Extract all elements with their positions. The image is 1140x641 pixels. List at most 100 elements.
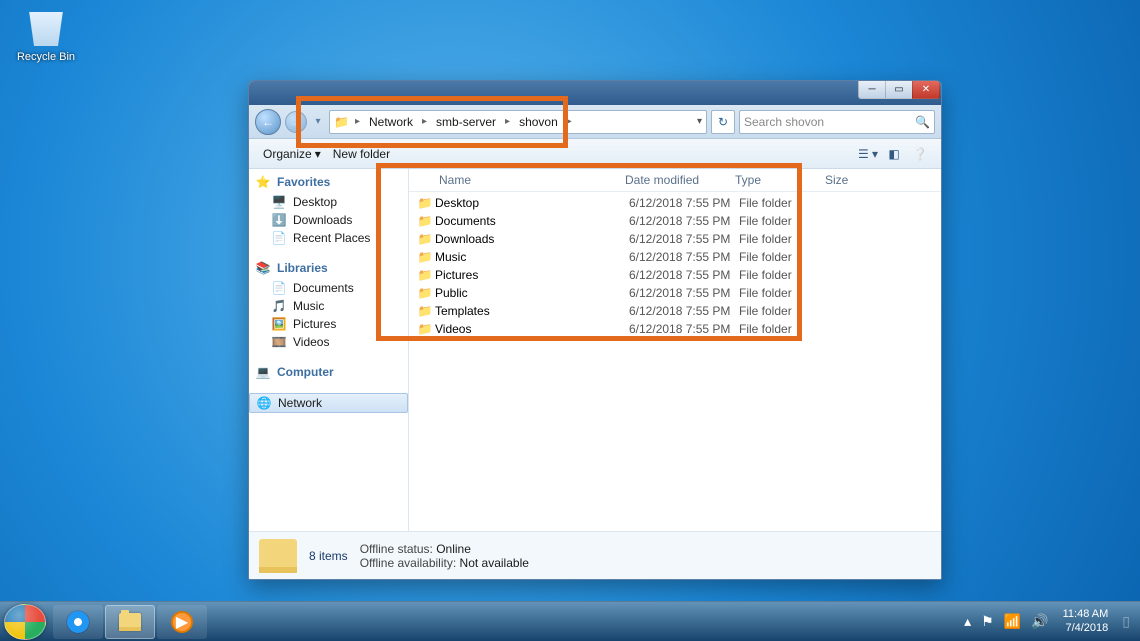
show-desktop-button[interactable]: ▯ [1122,613,1130,630]
file-date: 6/12/2018 7:55 PM [629,196,739,210]
folder-icon: 📁 [415,322,435,336]
nav-history-dropdown[interactable]: ▾ [311,116,325,127]
sidebar-item-documents[interactable]: 📄Documents [249,279,408,297]
nav-back-button[interactable]: ← [255,109,281,135]
file-type: File folder [739,322,829,336]
breadcrumb-shovon[interactable]: shovon [516,113,561,131]
offline-avail-value: Not available [460,556,529,570]
libraries-icon: 📚 [255,261,271,275]
chevron-right-icon: ▸ [565,116,574,127]
search-input[interactable]: Search shovon 🔍 [739,110,935,134]
sidebar-item-recent-places[interactable]: 📄Recent Places [249,229,408,247]
sidebar-computer[interactable]: 💻 Computer [249,361,408,383]
tray-expand-icon[interactable]: ▴ [964,613,971,630]
volume-icon[interactable]: 🔊 [1031,613,1048,630]
minimize-button[interactable]: ─ [858,81,886,99]
file-row[interactable]: 📁Pictures6/12/2018 7:55 PMFile folder [415,266,935,284]
file-row[interactable]: 📁Desktop6/12/2018 7:55 PMFile folder [415,194,935,212]
address-bar[interactable]: 📁 ▸ Network ▸ smb-server ▸ shovon ▸ ▾ [329,110,707,134]
details-pane: 8 items Offline status: Online Offline a… [249,531,941,579]
file-name: Desktop [435,196,629,210]
file-name: Public [435,286,629,300]
taskbar-explorer[interactable] [105,605,155,639]
action-center-icon[interactable]: ⚑ [981,613,994,630]
file-date: 6/12/2018 7:55 PM [629,232,739,246]
sidebar-network[interactable]: 🌐 Network [249,393,408,413]
column-header-name[interactable]: Name [415,173,625,187]
sidebar-favorites-label: Favorites [277,175,330,189]
computer-icon: 💻 [255,365,271,379]
sidebar: ⭐ Favorites 🖥️Desktop ⬇️Downloads 📄Recen… [249,169,409,531]
preview-pane-button[interactable]: ◧ [881,147,907,161]
organize-menu[interactable]: Organize ▾ [257,143,327,165]
file-row[interactable]: 📁Public6/12/2018 7:55 PMFile folder [415,284,935,302]
sidebar-item-downloads[interactable]: ⬇️Downloads [249,211,408,229]
sidebar-item-desktop[interactable]: 🖥️Desktop [249,193,408,211]
star-icon: ⭐ [255,175,271,189]
file-row[interactable]: 📁Videos6/12/2018 7:55 PMFile folder [415,320,935,338]
sidebar-computer-label: Computer [277,365,334,379]
folder-icon: 📁 [415,232,435,246]
toolbar: Organize ▾ New folder ☰ ▾ ◧ ❔ [249,139,941,169]
location-folder-icon: 📁 [334,115,349,129]
sidebar-item-music[interactable]: 🎵Music [249,297,408,315]
taskbar-ie[interactable] [53,605,103,639]
file-date: 6/12/2018 7:55 PM [629,214,739,228]
column-header-size[interactable]: Size [825,173,935,187]
file-date: 6/12/2018 7:55 PM [629,268,739,282]
chevron-down-icon: ▾ [315,147,321,161]
nav-forward-button[interactable]: → [285,111,307,133]
file-type: File folder [739,214,829,228]
new-folder-label: New folder [333,147,390,161]
taskbar-clock[interactable]: 11:48 AM 7/4/2018 [1059,606,1113,636]
start-button[interactable] [4,604,46,640]
folder-icon: 📁 [415,286,435,300]
music-icon: 🎵 [271,299,287,313]
file-row[interactable]: 📁Music6/12/2018 7:55 PMFile folder [415,248,935,266]
refresh-button[interactable]: ↻ [711,110,735,134]
breadcrumb-network[interactable]: Network [366,113,416,131]
taskbar-media-player[interactable]: ▶ [157,605,207,639]
offline-status-value: Online [436,542,471,556]
new-folder-button[interactable]: New folder [327,143,396,165]
taskbar: ▶ ▴ ⚑ 📶 🔊 11:48 AM 7/4/2018 ▯ [0,601,1140,641]
help-button[interactable]: ❔ [907,147,933,161]
downloads-icon: ⬇️ [271,213,287,227]
organize-label: Organize [263,147,312,161]
file-row[interactable]: 📁Templates6/12/2018 7:55 PMFile folder [415,302,935,320]
item-count: 8 items [309,549,348,563]
close-button[interactable]: ✕ [912,81,940,99]
search-icon: 🔍 [915,115,930,129]
breadcrumb-smb-server[interactable]: smb-server [433,113,499,131]
file-row[interactable]: 📁Documents6/12/2018 7:55 PMFile folder [415,212,935,230]
file-type: File folder [739,232,829,246]
internet-explorer-icon [67,611,89,633]
desktop-recycle-bin[interactable]: Recycle Bin [14,8,78,63]
sidebar-libraries-header[interactable]: 📚 Libraries [249,257,408,279]
media-player-icon: ▶ [171,611,193,633]
column-header-type[interactable]: Type [735,173,825,187]
folder-icon: 📁 [415,214,435,228]
network-tray-icon[interactable]: 📶 [1004,613,1021,630]
sidebar-favorites-header[interactable]: ⭐ Favorites [249,171,408,193]
file-type: File folder [739,250,829,264]
sidebar-item-pictures[interactable]: 🖼️Pictures [249,315,408,333]
column-header-date[interactable]: Date modified [625,173,735,187]
address-dropdown-icon[interactable]: ▾ [697,116,702,127]
file-list: 📁Desktop6/12/2018 7:55 PMFile folder📁Doc… [409,192,941,531]
view-options-button[interactable]: ☰ ▾ [855,147,881,161]
network-icon: 🌐 [256,396,272,410]
file-row[interactable]: 📁Downloads6/12/2018 7:55 PMFile folder [415,230,935,248]
file-name: Music [435,250,629,264]
sidebar-item-videos[interactable]: 🎞️Videos [249,333,408,351]
videos-icon: 🎞️ [271,335,287,349]
chevron-right-icon: ▸ [420,116,429,127]
address-row: ← → ▾ 📁 ▸ Network ▸ smb-server ▸ shovon … [249,105,941,139]
file-type: File folder [739,286,829,300]
window-titlebar[interactable]: ─ ▭ ✕ [249,81,941,105]
maximize-button[interactable]: ▭ [885,81,913,99]
recycle-bin-icon [26,8,66,48]
file-name: Documents [435,214,629,228]
offline-avail-label: Offline availability: [360,556,457,570]
sidebar-network-label: Network [278,396,322,410]
